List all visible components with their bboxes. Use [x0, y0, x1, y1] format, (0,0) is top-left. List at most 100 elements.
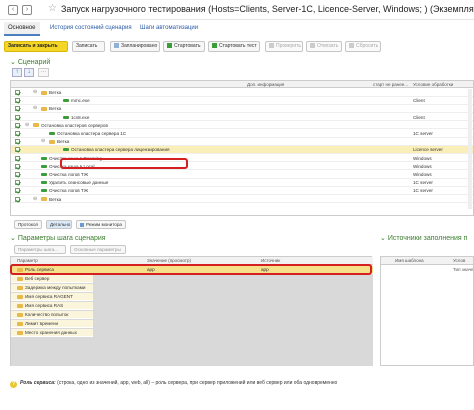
row-checkbox[interactable] [15, 131, 20, 136]
tree-row-label: Очистка кэша в Roaming [49, 155, 102, 161]
row-checkbox[interactable] [15, 90, 20, 95]
tree-row[interactable]: Очистка кэша в Local Windows [11, 163, 473, 171]
param-row-label: Имя сервиса RAGENT [25, 294, 73, 299]
basic-params-button[interactable]: Основные параметры [70, 245, 126, 254]
tree-row[interactable]: 1cv8.exe Client [11, 114, 473, 122]
params-table-header: Параметр Значение (просмотр) Источник [11, 257, 373, 265]
param-row[interactable]: Имя сервиса RAS [11, 302, 93, 310]
tree-row[interactable]: Очистка логов ТЖ Windows [11, 171, 473, 179]
params-heading[interactable]: ⌄ Параметры шага сценария [10, 234, 106, 242]
monitor-mode-button[interactable]: Режим монитора [76, 220, 126, 229]
check-label: Проверить [276, 43, 302, 49]
tree-row[interactable]: Остановка кластера сервера лицензировани… [11, 146, 473, 154]
start-button[interactable]: Стартовать [163, 41, 205, 52]
row-checkbox[interactable] [15, 147, 20, 153]
scenario-heading[interactable]: ⌄ Сценарий [10, 58, 50, 66]
expand-toggle-icon[interactable]: ⊖ [33, 105, 37, 112]
tree-row-label: mmc.exe [71, 98, 90, 104]
tree-row[interactable]: ⊖ Ветка [11, 105, 473, 113]
tree-row[interactable]: ⊖ Остановка кластеров серверов [11, 122, 473, 130]
row-checkbox[interactable] [15, 106, 20, 112]
schedule-button[interactable]: Запланировано [110, 41, 160, 52]
tree-row[interactable]: ⊖ Ветка [11, 196, 473, 204]
tab-main[interactable]: Основное [4, 22, 40, 36]
tree-row[interactable]: ⊖ Ветка [11, 138, 473, 146]
move-down-button[interactable]: ↓ [24, 68, 34, 77]
tree-row-condition: Windows [413, 155, 432, 161]
favorite-star-icon[interactable]: ☆ [48, 3, 57, 14]
tree-row-label: Очистка логов ТЖ [49, 188, 89, 194]
check-button[interactable]: Проверить [265, 41, 303, 52]
tree-row-label: Очистка кэша в Local [49, 163, 95, 169]
param-row-source[interactable]: app [261, 266, 269, 274]
step-icon [41, 156, 47, 160]
expand-toggle-icon[interactable]: ⊖ [41, 138, 45, 145]
tree-row-label: Ветка [49, 90, 62, 95]
row-checkbox[interactable] [15, 196, 20, 202]
forward-icon[interactable]: › [22, 5, 32, 15]
save-and-close-button[interactable]: Записать и закрыть [4, 41, 68, 52]
help-icon: ? [10, 381, 17, 388]
folder-icon [41, 106, 47, 111]
param-row[interactable]: Место хранения данных [11, 329, 93, 337]
param-row-label: Имя сервиса RAS [25, 303, 64, 308]
tab-bar: Основное История состояний сценария Шаги… [0, 22, 474, 36]
step-params-button[interactable]: Параметры шага... [14, 245, 66, 254]
unlink-button[interactable]: Отвязать [306, 41, 342, 52]
title-bar: ‹ › ☆ Запуск нагрузочного тестирования (… [0, 0, 474, 20]
row-checkbox[interactable] [15, 139, 20, 145]
more-options-button[interactable]: ⋯ [38, 68, 49, 77]
reset-button[interactable]: Сбросить [345, 41, 381, 52]
sources-collapse-chevron-icon: ⌄ [380, 235, 386, 242]
row-checkbox[interactable] [15, 172, 20, 177]
param-row-label: Роль сервиса [25, 267, 54, 272]
row-checkbox[interactable] [15, 155, 20, 161]
param-folder-icon [17, 295, 23, 299]
unlink-icon [310, 43, 315, 48]
col-template: Имя шаблона [395, 258, 424, 263]
save-button[interactable]: Записать [72, 41, 105, 52]
param-row[interactable]: Лимит времени [11, 320, 93, 328]
tree-row[interactable]: Очистка логов ТЖ 1С server [11, 187, 473, 195]
row-checkbox[interactable] [15, 114, 20, 120]
tree-row[interactable]: Остановка кластера сервера 1С 1С server [11, 130, 473, 138]
tree-row[interactable]: ⊖ Ветка [11, 89, 473, 97]
start-test-label: Стартовать тест [219, 43, 257, 49]
col-info: Доп. информация [247, 82, 285, 87]
sources-heading[interactable]: ⌄ Источники заполнения п [380, 234, 467, 242]
collapse-chevron-icon: ⌄ [10, 59, 16, 66]
row-checkbox[interactable] [15, 98, 20, 104]
tab-state-history[interactable]: История состояний сценария [50, 22, 132, 34]
row-checkbox[interactable] [15, 163, 20, 169]
row-checkbox[interactable] [15, 180, 20, 186]
reset-icon [349, 43, 354, 48]
details-button[interactable]: Детально [46, 220, 72, 229]
step-icon [41, 173, 47, 176]
param-row[interactable]: Задержка между попытками [11, 284, 93, 292]
protocol-button[interactable]: Протокол [14, 220, 42, 229]
expand-toggle-icon[interactable]: ⊖ [33, 196, 37, 203]
params-heading-label: Параметры шага сценария [17, 235, 106, 242]
move-up-button[interactable]: ↑ [12, 68, 22, 77]
tab-automation-steps[interactable]: Шаги автоматизации [140, 22, 198, 34]
param-row[interactable]: Роль сервиса app app [11, 266, 373, 274]
start-test-button[interactable]: Стартовать тест [208, 41, 260, 52]
expand-toggle-icon[interactable]: ⊖ [25, 122, 29, 129]
tree-row[interactable]: mmc.exe Client [11, 97, 473, 105]
scenario-scrollbar[interactable] [468, 89, 472, 209]
tree-row-condition: Client [413, 114, 425, 120]
param-row[interactable]: Количество попыток [11, 311, 93, 319]
row-checkbox[interactable] [15, 122, 20, 128]
param-row-value[interactable]: app [147, 266, 155, 274]
tree-row[interactable]: Удалить сеансовые данные 1С server [11, 179, 473, 187]
param-row[interactable]: Веб сервер [11, 275, 93, 283]
param-row[interactable]: Имя сервиса RAGENT [11, 293, 93, 301]
row-checkbox[interactable] [15, 188, 20, 194]
tree-row-condition: 1С server [413, 131, 433, 136]
expand-toggle-icon[interactable]: ⊖ [33, 89, 37, 96]
tree-row[interactable]: Очистка кэша в Roaming Windows [11, 155, 473, 163]
back-icon[interactable]: ‹ [8, 5, 18, 15]
tree-row-label: Ветка [49, 196, 62, 202]
reset-label: Сбросить [356, 43, 379, 49]
folder-icon [41, 90, 47, 95]
